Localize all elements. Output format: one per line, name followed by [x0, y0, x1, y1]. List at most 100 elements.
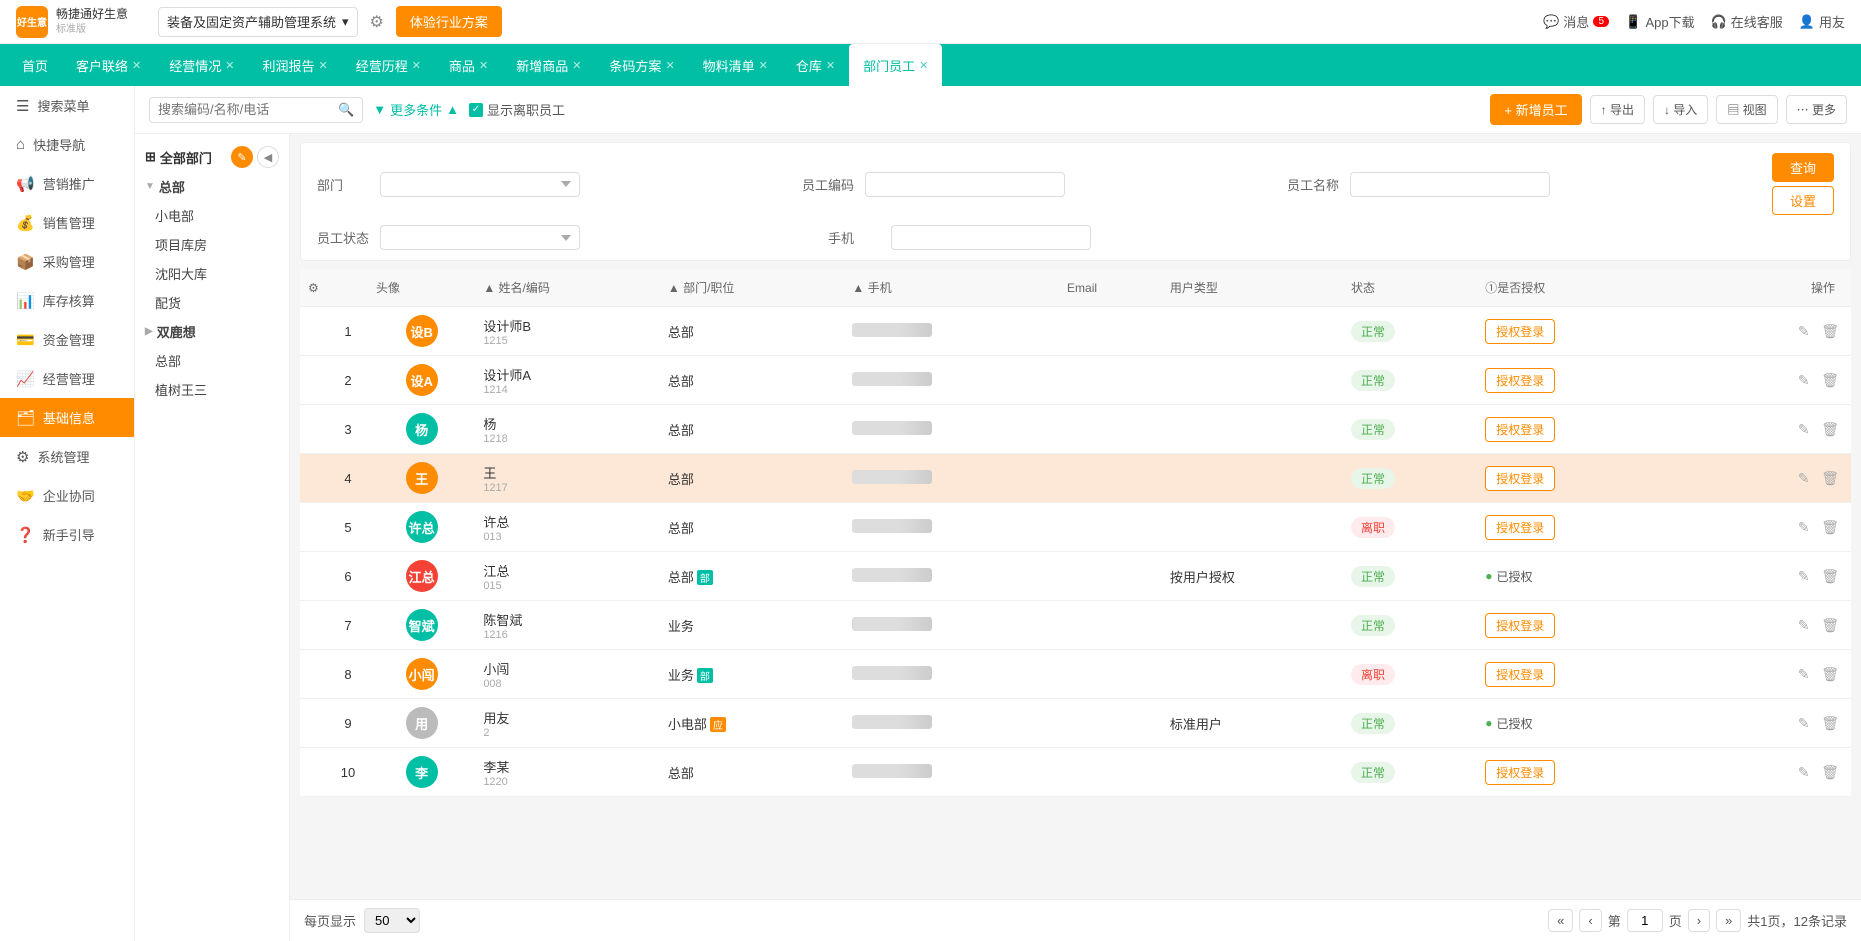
auth-login-btn[interactable]: 授权登录	[1485, 515, 1555, 540]
prev-page-btn[interactable]: ‹	[1579, 909, 1601, 932]
th-settings[interactable]: ⚙	[300, 269, 328, 307]
status-select[interactable]	[380, 225, 580, 250]
sidebar-item-marketing[interactable]: 📢 营销推广	[0, 164, 134, 203]
edit-btn[interactable]: ✎	[1794, 566, 1814, 587]
auth-login-btn[interactable]: 授权登录	[1485, 368, 1555, 393]
edit-btn[interactable]: ✎	[1794, 664, 1814, 685]
tree-node-zhishu[interactable]: 植树王三	[135, 375, 289, 404]
auth-login-btn[interactable]: 授权登录	[1485, 662, 1555, 687]
tree-node-zongbu-parent[interactable]: ▼ 总部	[135, 172, 289, 201]
auth-login-btn[interactable]: 授权登录	[1485, 417, 1555, 442]
settings-icon[interactable]: ⚙	[370, 12, 384, 32]
dept-select[interactable]	[380, 172, 580, 197]
th-name[interactable]: ▲ 姓名/编码	[475, 269, 660, 307]
th-phone[interactable]: ▲ 手机	[844, 269, 1059, 307]
name-input[interactable]	[1350, 172, 1550, 197]
th-dept[interactable]: ▲ 部门/职位	[660, 269, 845, 307]
sidebar-item-guide[interactable]: ❓ 新手引导	[0, 515, 134, 554]
nav-item-home[interactable]: 首页	[8, 44, 62, 86]
export-button[interactable]: ↑ 导出	[1590, 95, 1645, 124]
delete-btn[interactable]: 🗑	[1817, 321, 1843, 342]
trial-button[interactable]: 体验行业方案	[396, 6, 502, 37]
close-icon[interactable]: ✕	[572, 59, 581, 72]
nav-item-barcode[interactable]: 条码方案 ✕	[595, 44, 688, 86]
first-page-btn[interactable]: «	[1548, 909, 1573, 932]
nav-item-addgoods[interactable]: 新增商品 ✕	[502, 44, 595, 86]
sidebar-item-purchase[interactable]: 📦 采购管理	[0, 242, 134, 281]
nav-item-goods[interactable]: 商品 ✕	[435, 44, 502, 86]
delete-btn[interactable]: 🗑	[1817, 713, 1843, 734]
close-icon[interactable]: ✕	[919, 59, 928, 72]
edit-btn[interactable]: ✎	[1794, 468, 1814, 489]
edit-btn[interactable]: ✎	[1794, 370, 1814, 391]
sidebar-item-collab[interactable]: 🤝 企业协同	[0, 476, 134, 515]
delete-btn[interactable]: 🗑	[1817, 370, 1843, 391]
delete-btn[interactable]: 🗑	[1817, 517, 1843, 538]
auth-login-btn[interactable]: 授权登录	[1485, 613, 1555, 638]
close-icon[interactable]: ✕	[759, 59, 768, 72]
add-employee-button[interactable]: + 新增员工	[1490, 94, 1581, 125]
search-input[interactable]	[158, 102, 338, 117]
delete-btn[interactable]: 🗑	[1817, 615, 1843, 636]
import-button[interactable]: ↓ 导入	[1653, 95, 1708, 124]
sidebar-item-basic[interactable]: 🗂 基础信息	[0, 398, 134, 437]
tree-node-shuangluxiang[interactable]: ▶ 双鹿想	[135, 317, 289, 346]
delete-btn[interactable]: 🗑	[1817, 468, 1843, 489]
last-page-btn[interactable]: »	[1716, 909, 1741, 932]
view-button[interactable]: ▤ 视图	[1716, 95, 1777, 124]
query-button[interactable]: 查询	[1772, 153, 1834, 182]
delete-btn[interactable]: 🗑	[1817, 664, 1843, 685]
close-icon[interactable]: ✕	[319, 59, 328, 72]
close-icon[interactable]: ✕	[132, 59, 141, 72]
close-icon[interactable]: ✕	[826, 59, 835, 72]
nav-item-bom[interactable]: 物料清单 ✕	[689, 44, 782, 86]
close-icon[interactable]: ✕	[225, 59, 234, 72]
edit-btn[interactable]: ✎	[1794, 321, 1814, 342]
delete-btn[interactable]: 🗑	[1817, 419, 1843, 440]
reset-button[interactable]: 设置	[1772, 186, 1834, 215]
user-menu[interactable]: 👤 用友	[1799, 12, 1845, 31]
tree-node-peihuo[interactable]: 配货	[135, 288, 289, 317]
edit-btn[interactable]: ✎	[1794, 419, 1814, 440]
nav-item-history[interactable]: 经营历程 ✕	[342, 44, 435, 86]
phone-input[interactable]	[891, 225, 1091, 250]
sidebar-item-system[interactable]: ⚙ 系统管理	[0, 437, 134, 476]
auth-login-btn[interactable]: 授权登录	[1485, 319, 1555, 344]
resigned-checkbox[interactable]: ✓	[469, 103, 483, 117]
per-page-select[interactable]: 50 100	[364, 908, 420, 933]
delete-btn[interactable]: 🗑	[1817, 566, 1843, 587]
tree-node-xiaodian[interactable]: 小电部	[135, 201, 289, 230]
tree-all-dept[interactable]: ⊞ 全部部门	[145, 148, 212, 167]
tree-node-shenyang[interactable]: 沈阳大库	[135, 259, 289, 288]
next-page-btn[interactable]: ›	[1688, 909, 1710, 932]
message-btn[interactable]: 💬 消息 5	[1543, 12, 1609, 31]
sidebar-item-sales[interactable]: 💰 销售管理	[0, 203, 134, 242]
edit-btn[interactable]: ✎	[1794, 713, 1814, 734]
more-button[interactable]: ⋯ 更多	[1786, 95, 1847, 124]
close-icon[interactable]: ✕	[665, 59, 674, 72]
sidebar-item-management[interactable]: 📈 经营管理	[0, 359, 134, 398]
nav-item-warehouse[interactable]: 仓库 ✕	[782, 44, 849, 86]
close-icon[interactable]: ✕	[479, 59, 488, 72]
tree-node-zongbu[interactable]: 总部	[135, 346, 289, 375]
app-download-btn[interactable]: 📱 App下载	[1625, 12, 1694, 31]
sidebar-item-shortcut[interactable]: ⌂ 快捷导航	[0, 125, 134, 164]
tree-node-project[interactable]: 项目库房	[135, 230, 289, 259]
tree-edit-btn[interactable]: ✎	[231, 146, 253, 168]
nav-item-profit[interactable]: 利润报告 ✕	[248, 44, 341, 86]
show-resigned-toggle[interactable]: ✓ 显示离职员工	[469, 100, 565, 119]
tree-collapse-btn[interactable]: ◀	[257, 146, 279, 168]
page-input[interactable]	[1627, 909, 1663, 932]
online-service-btn[interactable]: 🎧 在线客服	[1711, 12, 1783, 31]
close-icon[interactable]: ✕	[412, 59, 421, 72]
delete-btn[interactable]: 🗑	[1817, 762, 1843, 783]
edit-btn[interactable]: ✎	[1794, 615, 1814, 636]
auth-login-btn[interactable]: 授权登录	[1485, 760, 1555, 785]
nav-item-dept[interactable]: 部门员工 ✕	[849, 44, 942, 86]
nav-item-operation[interactable]: 经营情况 ✕	[155, 44, 248, 86]
system-selector[interactable]: 装备及固定资产辅助管理系统 ▾	[158, 7, 358, 37]
sidebar-item-inventory[interactable]: 📊 库存核算	[0, 281, 134, 320]
sidebar-item-search[interactable]: ☰ 搜索菜单	[0, 86, 134, 125]
search-wrap[interactable]: 🔍	[149, 97, 363, 123]
edit-btn[interactable]: ✎	[1794, 517, 1814, 538]
